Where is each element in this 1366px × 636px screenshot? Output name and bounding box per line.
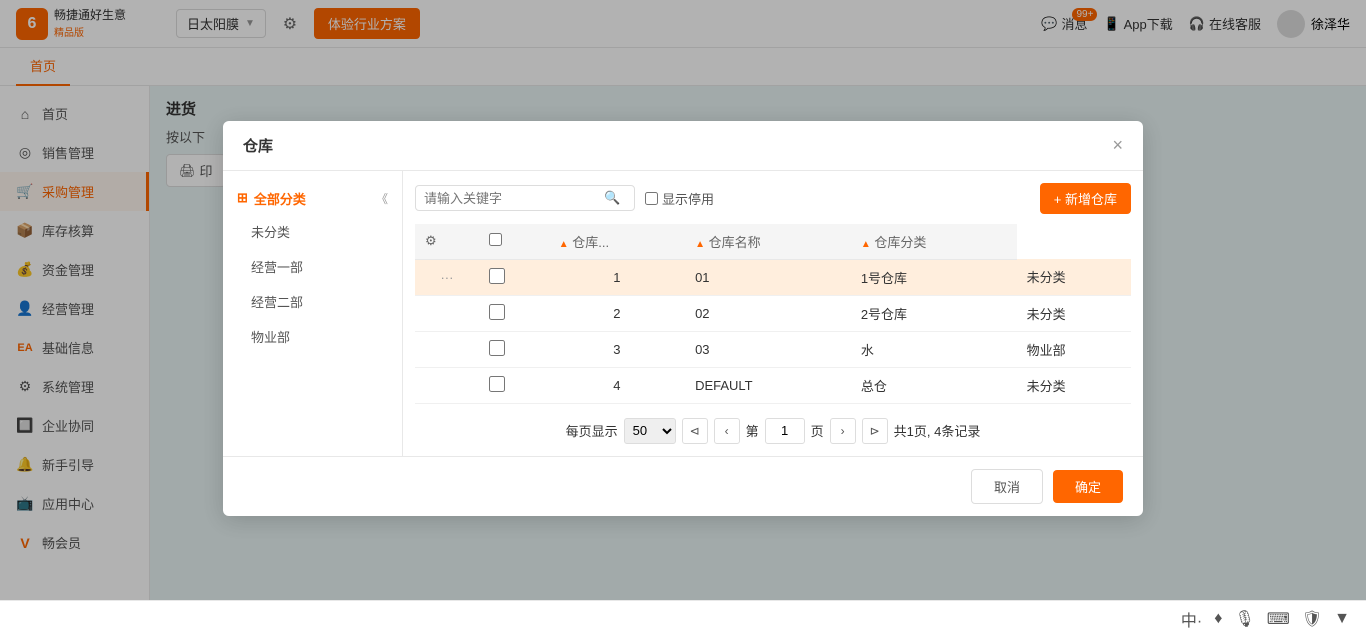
first-page-button[interactable]: ⊲ xyxy=(682,418,708,444)
th-checkbox xyxy=(479,224,549,260)
row-checkbox-cell xyxy=(479,331,549,367)
diamond-icon[interactable]: ♦ xyxy=(1214,610,1222,628)
row-actions[interactable] xyxy=(415,295,479,331)
row-code: DEFAULT xyxy=(685,367,851,403)
row-category: 未分类 xyxy=(1017,259,1131,295)
row-checkbox[interactable] xyxy=(489,304,505,320)
chinese-input-icon[interactable]: 中· xyxy=(1181,607,1202,631)
table-row[interactable]: 2 02 2号仓库 未分类 xyxy=(415,295,1131,331)
th-name[interactable]: ▲ 仓库名称 xyxy=(685,224,851,260)
warehouse-table: ⚙ ▲ 仓库... ▲ 仓库名称 xyxy=(415,224,1131,404)
show-disabled-toggle[interactable]: 显示停用 xyxy=(645,189,714,208)
table-body: ··· 1 01 1号仓库 未分类 2 02 2号仓库 未分类 xyxy=(415,259,1131,403)
add-warehouse-button[interactable]: + 新增仓库 xyxy=(1040,183,1131,214)
search-box: 🔍 xyxy=(415,185,635,211)
category-all-label: ⊞ 全部分类 xyxy=(237,189,306,208)
row-code: 01 xyxy=(685,259,851,295)
row-checkbox-cell xyxy=(479,367,549,403)
prev-page-button[interactable]: ‹ xyxy=(714,418,740,444)
row-name: 1号仓库 xyxy=(851,259,1017,295)
modal-footer: 取消 确定 xyxy=(223,456,1143,516)
row-checkbox[interactable] xyxy=(489,268,505,284)
modal-header: 仓库 × xyxy=(223,121,1143,171)
bottom-bar: 中· ♦ 🎙 ⌨ 🛡 ▼ xyxy=(0,600,1366,636)
table-row[interactable]: 4 DEFAULT 总仓 未分类 xyxy=(415,367,1131,403)
confirm-button[interactable]: 确定 xyxy=(1053,470,1123,503)
category-item-ops1[interactable]: 经营一部 xyxy=(223,249,402,284)
row-category: 未分类 xyxy=(1017,367,1131,403)
pagination: 每页显示 50 20 100 ⊲ ‹ 第 页 › ⊳ 共1页, 4条记录 xyxy=(415,418,1131,444)
row-name: 2号仓库 xyxy=(851,295,1017,331)
table-row[interactable]: 3 03 水 物业部 xyxy=(415,331,1131,367)
row-actions[interactable]: ··· xyxy=(415,259,479,295)
row-index: 3 xyxy=(549,331,685,367)
modal-close-button[interactable]: × xyxy=(1112,135,1123,156)
microphone-icon[interactable]: 🎙 xyxy=(1234,609,1254,629)
row-name: 总仓 xyxy=(851,367,1017,403)
row-index: 4 xyxy=(549,367,685,403)
page-label: 第 xyxy=(746,421,759,440)
th-code[interactable]: ▲ 仓库... xyxy=(549,224,685,260)
search-input[interactable] xyxy=(424,191,604,206)
category-item-unclassified[interactable]: 未分类 xyxy=(223,214,402,249)
th-category[interactable]: ▲ 仓库分类 xyxy=(851,224,1017,260)
table-panel: 🔍 显示停用 + 新增仓库 ⚙ xyxy=(403,171,1143,456)
modal-overlay: 仓库 × ⊞ 全部分类 《 未分类 经营一部 经营二部 物业部 xyxy=(0,0,1366,636)
select-all-checkbox[interactable] xyxy=(489,233,502,246)
row-code: 03 xyxy=(685,331,851,367)
row-actions[interactable] xyxy=(415,367,479,403)
row-category: 物业部 xyxy=(1017,331,1131,367)
sort-icon-name: ▲ xyxy=(695,239,705,250)
row-checkbox-cell xyxy=(479,295,549,331)
grid-icon: ⊞ xyxy=(237,190,248,206)
row-index: 2 xyxy=(549,295,685,331)
row-index: 1 xyxy=(549,259,685,295)
category-panel: ⊞ 全部分类 《 未分类 经营一部 经营二部 物业部 xyxy=(223,171,403,456)
sort-icon-code: ▲ xyxy=(559,239,569,250)
row-actions[interactable] xyxy=(415,331,479,367)
category-item-ops2[interactable]: 经营二部 xyxy=(223,284,402,319)
category-all-header[interactable]: ⊞ 全部分类 《 xyxy=(223,183,402,214)
show-disabled-checkbox[interactable] xyxy=(645,192,658,205)
next-page-button[interactable]: › xyxy=(830,418,856,444)
row-checkbox[interactable] xyxy=(489,340,505,356)
search-icon[interactable]: 🔍 xyxy=(604,190,620,206)
row-checkbox[interactable] xyxy=(489,376,505,392)
keyboard-icon[interactable]: ⌨ xyxy=(1267,609,1290,629)
row-category: 未分类 xyxy=(1017,295,1131,331)
table-toolbar: 🔍 显示停用 + 新增仓库 xyxy=(415,183,1131,214)
sort-icon-category: ▲ xyxy=(861,239,871,250)
category-item-property[interactable]: 物业部 xyxy=(223,319,402,354)
page-number-input[interactable] xyxy=(765,418,805,444)
last-page-button[interactable]: ⊳ xyxy=(862,418,888,444)
page-size-select[interactable]: 50 20 100 xyxy=(624,418,676,444)
expand-icon[interactable]: ▼ xyxy=(1334,610,1350,628)
collapse-icon[interactable]: 《 xyxy=(376,190,388,207)
table-row[interactable]: ··· 1 01 1号仓库 未分类 xyxy=(415,259,1131,295)
table-header-row: ⚙ ▲ 仓库... ▲ 仓库名称 xyxy=(415,224,1131,260)
modal-body: ⊞ 全部分类 《 未分类 经营一部 经营二部 物业部 🔍 xyxy=(223,171,1143,456)
cancel-button[interactable]: 取消 xyxy=(971,469,1043,504)
th-gear: ⚙ xyxy=(415,224,479,260)
warehouse-modal: 仓库 × ⊞ 全部分类 《 未分类 经营一部 经营二部 物业部 xyxy=(223,121,1143,516)
shield-icon[interactable]: 🛡 xyxy=(1302,609,1322,629)
row-checkbox-cell xyxy=(479,259,549,295)
gear-icon[interactable]: ⚙ xyxy=(425,233,437,248)
row-more-icon[interactable]: ··· xyxy=(440,270,453,285)
row-code: 02 xyxy=(685,295,851,331)
modal-title: 仓库 xyxy=(243,135,273,156)
row-name: 水 xyxy=(851,331,1017,367)
